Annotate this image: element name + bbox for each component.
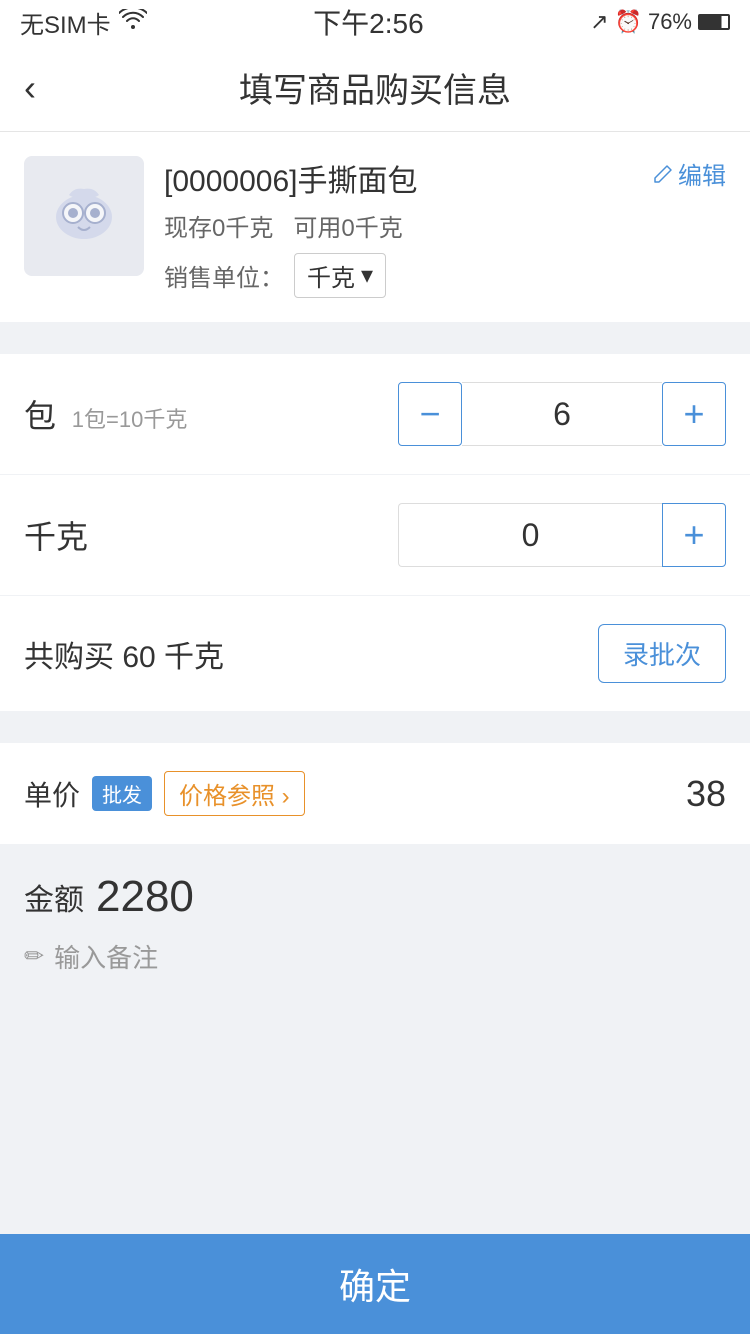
product-unit-row: 销售单位： 千克 ▾ [164, 253, 726, 298]
page-title: 填写商品购买信息 [239, 63, 511, 112]
package-input-section: 包 1包=10千克 − + [0, 354, 750, 475]
package-label-group: 包 1包=10千克 [24, 391, 187, 437]
wifi-icon [119, 8, 147, 36]
package-minus-button[interactable]: − [398, 382, 462, 446]
product-name: [0000006]手撕面包 [164, 156, 417, 200]
kg-quantity-input[interactable] [398, 503, 662, 567]
remark-row[interactable]: ✏ 输入备注 [24, 938, 726, 975]
carrier-label: 无SIM卡 [20, 5, 111, 40]
status-left: 无SIM卡 [20, 5, 147, 40]
price-left: 单价 批发 价格参照 › [24, 771, 305, 816]
battery-percent: 76% [648, 9, 692, 35]
product-image [24, 156, 144, 276]
kg-input-section: 千克 + [0, 475, 750, 596]
location-icon: ↗ [590, 9, 608, 35]
price-type-tag: 批发 [92, 776, 152, 811]
status-bar: 无SIM卡 下午2:56 ↗ ⏰ 76% [0, 0, 750, 44]
amount-label: 金额 [24, 875, 84, 919]
price-value: 38 [686, 773, 726, 815]
section-separator-1 [0, 338, 750, 354]
price-section: 单价 批发 价格参照 › 38 [0, 743, 750, 844]
package-hint: 1包=10千克 [72, 407, 188, 432]
battery-icon [698, 14, 730, 30]
package-plus-button[interactable]: + [662, 382, 726, 446]
amount-row: 金额 2280 [24, 872, 726, 922]
kg-input-row: 千克 + [24, 503, 726, 567]
batch-button[interactable]: 录批次 [598, 624, 726, 683]
summary-text: 共购买 60 千克 [24, 632, 224, 676]
confirm-button[interactable]: 确定 [0, 1234, 750, 1334]
summary-section: 共购买 60 千克 录批次 [0, 596, 750, 711]
edit-button[interactable]: 编辑 [652, 156, 726, 191]
amount-section: 金额 2280 ✏ 输入备注 [0, 844, 750, 991]
product-info: [0000006]手撕面包 编辑 现存0千克 可用0千克 销售单位： 千克 ▾ [164, 156, 726, 298]
package-input-controls: − + [398, 382, 726, 446]
nav-bar: ‹ 填写商品购买信息 [0, 44, 750, 132]
status-right: ↗ ⏰ 76% [590, 9, 730, 35]
kg-plus-button[interactable]: + [662, 503, 726, 567]
pencil-icon: ✏ [24, 942, 44, 971]
amount-value: 2280 [96, 872, 194, 922]
alarm-icon: ⏰ [615, 9, 642, 35]
product-header: [0000006]手撕面包 编辑 [164, 156, 726, 200]
section-separator-2 [0, 711, 750, 727]
product-card: [0000006]手撕面包 编辑 现存0千克 可用0千克 销售单位： 千克 ▾ [0, 132, 750, 322]
price-reference-button[interactable]: 价格参照 › [164, 771, 305, 816]
kg-input-controls: + [398, 503, 726, 567]
package-label: 包 [24, 398, 56, 434]
product-logo-icon [44, 175, 124, 258]
package-quantity-input[interactable] [462, 382, 662, 446]
remark-placeholder[interactable]: 输入备注 [54, 938, 158, 975]
chevron-down-icon: ▾ [361, 261, 373, 290]
kg-label: 千克 [24, 512, 88, 558]
status-time: 下午2:56 [313, 2, 424, 42]
product-stock: 现存0千克 可用0千克 [164, 208, 726, 243]
price-label: 单价 [24, 774, 80, 814]
package-input-row: 包 1包=10千克 − + [24, 382, 726, 446]
unit-select[interactable]: 千克 ▾ [294, 253, 386, 298]
back-button[interactable]: ‹ [24, 67, 36, 109]
